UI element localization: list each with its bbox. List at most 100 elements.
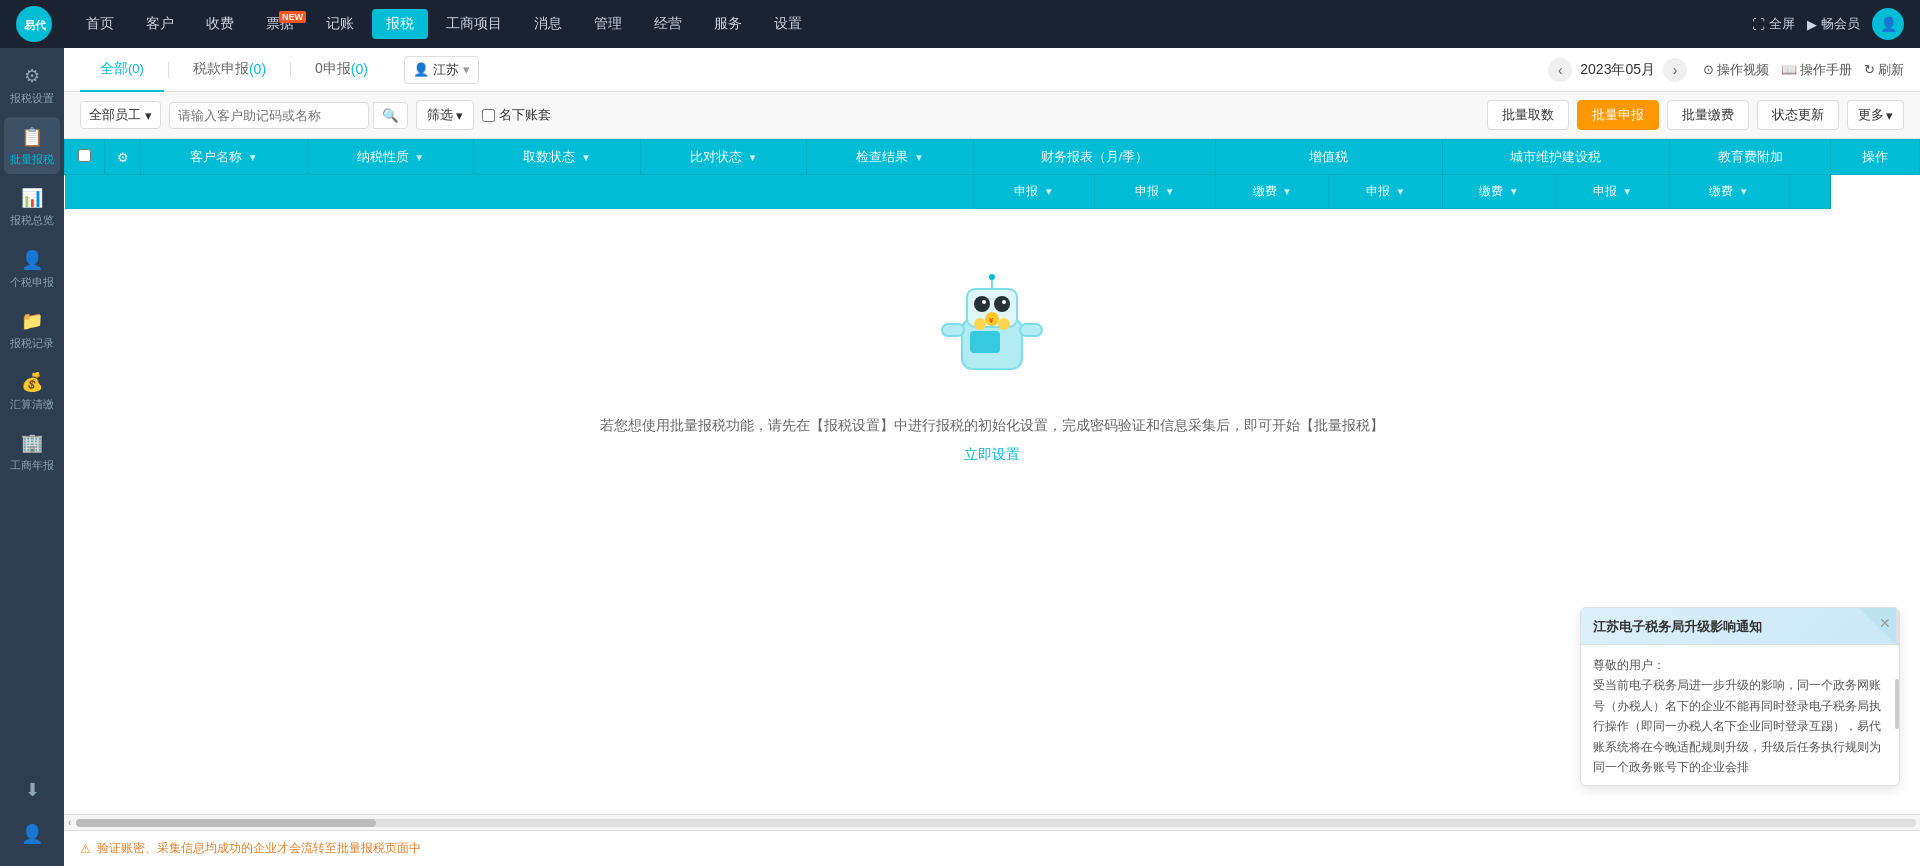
sidebar-user[interactable]: 👤 xyxy=(4,814,60,854)
nav-accounting[interactable]: 记账 xyxy=(312,9,368,39)
col-tax-nature: 纳税性质 ▼ xyxy=(307,140,474,175)
nav-fee[interactable]: 收费 xyxy=(192,9,248,39)
batch-tax-icon: 📋 xyxy=(20,125,44,149)
col-fetch-status: 取数状态 ▼ xyxy=(474,140,641,175)
sub-col-vat-pay: 缴费 ▼ xyxy=(1216,175,1329,209)
tab-zero-declare[interactable]: 0申报 ( 0 ) xyxy=(295,48,388,92)
sidebar-item-tax-record[interactable]: 📁 报税记录 xyxy=(4,301,60,358)
bottom-bar: ⚠ 验证账密、采集信息均成功的企业才会流转至批量报税页面中 xyxy=(64,830,1920,866)
sub-col-financial-declare: 申报 ▼ xyxy=(974,175,1095,209)
sidebar-item-personal-tax[interactable]: 👤 个税申报 xyxy=(4,240,60,297)
vip-button[interactable]: ▶ 畅会员 xyxy=(1807,15,1860,33)
region-label: 江苏 xyxy=(433,61,459,79)
more-button[interactable]: 更多 ▾ xyxy=(1847,100,1904,130)
batch-declare-button[interactable]: 批量申报 xyxy=(1577,100,1659,130)
fetch-status-filter-icon[interactable]: ▼ xyxy=(581,152,591,163)
nav-manage[interactable]: 管理 xyxy=(580,9,636,39)
operation-video-button[interactable]: ⊙ 操作视频 xyxy=(1703,61,1769,79)
tab-right-actions: ⊙ 操作视频 📖 操作手册 ↻ 刷新 xyxy=(1703,61,1904,79)
sidebar-item-annual-report[interactable]: 🏢 工商年报 xyxy=(4,423,60,480)
logo[interactable]: 易代 xyxy=(16,6,52,42)
vat-declare-filter-icon[interactable]: ▼ xyxy=(1165,186,1175,197)
sidebar-label-batch-tax: 批量报税 xyxy=(10,153,54,166)
nav-client[interactable]: 客户 xyxy=(132,9,188,39)
check-result-filter-icon[interactable]: ▼ xyxy=(914,152,924,163)
nav-service[interactable]: 服务 xyxy=(700,9,756,39)
nav-settings[interactable]: 设置 xyxy=(760,9,816,39)
sidebar-item-annual-settlement[interactable]: 💰 汇算清缴 xyxy=(4,362,60,419)
video-icon: ⊙ xyxy=(1703,62,1714,77)
svg-text:易代: 易代 xyxy=(24,19,47,31)
vat-pay-filter-icon[interactable]: ▼ xyxy=(1282,186,1292,197)
edu-declare-filter-icon[interactable]: ▼ xyxy=(1622,186,1632,197)
col-financial-report: 财务报表（月/季） xyxy=(974,140,1216,175)
employee-select[interactable]: 全部员工 ▾ xyxy=(80,101,161,129)
sub-col-edu-declare: 申报 ▼ xyxy=(1556,175,1669,209)
col-select-all[interactable] xyxy=(65,140,105,175)
client-filter-icon[interactable]: ▼ xyxy=(248,152,258,163)
col-client-name: 客户名称 ▼ xyxy=(141,140,308,175)
scrollbar-thumb[interactable] xyxy=(76,819,376,827)
edu-pay-filter-icon[interactable]: ▼ xyxy=(1739,186,1749,197)
top-navigation: 易代 首页 客户 收费 票据 NEW 记账 报税 工商项目 消息 管理 经营 服… xyxy=(0,0,1920,48)
setup-link[interactable]: 立即设置 xyxy=(964,446,1020,464)
horizontal-scrollbar[interactable]: ‹ xyxy=(64,814,1920,830)
batch-fetch-button[interactable]: 批量取数 xyxy=(1487,100,1569,130)
nav-tax[interactable]: 报税 xyxy=(372,9,428,39)
notification-popup: 江苏电子税务局升级影响通知 ✕ 尊敬的用户： 受当前电子税务局进一步升级的影响，… xyxy=(1580,607,1900,786)
tax-nature-filter-icon[interactable]: ▼ xyxy=(414,152,424,163)
sidebar-item-batch-tax[interactable]: 📋 批量报税 xyxy=(4,117,60,174)
fullscreen-icon: ⛶ xyxy=(1752,17,1765,32)
filter-label: 筛选 xyxy=(427,106,453,124)
nav-invoice[interactable]: 票据 NEW xyxy=(252,9,308,39)
col-operation: 操作 xyxy=(1831,140,1920,175)
tax-settings-icon: ⚙ xyxy=(20,64,44,88)
sidebar-label-tax-record: 报税记录 xyxy=(10,337,54,350)
city-pay-filter-icon[interactable]: ▼ xyxy=(1509,186,1519,197)
col-check-result: 检查结果 ▼ xyxy=(807,140,974,175)
compare-status-filter-icon[interactable]: ▼ xyxy=(747,152,757,163)
city-declare-filter-icon[interactable]: ▼ xyxy=(1395,186,1405,197)
sidebar-item-tax-overview[interactable]: 📊 报税总览 xyxy=(4,178,60,235)
col-gear[interactable]: ⚙ xyxy=(105,140,141,175)
select-all-checkbox[interactable] xyxy=(78,149,91,162)
nav-business[interactable]: 工商项目 xyxy=(432,9,516,39)
financial-declare-filter-icon[interactable]: ▼ xyxy=(1044,186,1054,197)
operation-manual-button[interactable]: 📖 操作手册 xyxy=(1781,61,1852,79)
sidebar-item-tax-settings[interactable]: ⚙ 报税设置 xyxy=(4,56,60,113)
filter-button[interactable]: 筛选 ▾ xyxy=(416,100,474,130)
tab-declare[interactable]: 税款申报 ( 0 ) xyxy=(173,48,286,92)
refresh-button[interactable]: ↻ 刷新 xyxy=(1864,61,1904,79)
batch-pay-button[interactable]: 批量缴费 xyxy=(1667,100,1749,130)
sidebar-label-tax-overview: 报税总览 xyxy=(10,214,54,227)
vip-icon: ▶ xyxy=(1807,17,1817,32)
download-icon: ⬇ xyxy=(20,778,44,802)
search-input[interactable] xyxy=(169,102,369,129)
employee-chevron-icon: ▾ xyxy=(145,108,152,123)
notification-close-button[interactable]: ✕ xyxy=(1879,616,1891,630)
nav-operation[interactable]: 经营 xyxy=(640,9,696,39)
tab-all[interactable]: 全部 ( 0 ) xyxy=(80,48,164,92)
tax-overview-icon: 📊 xyxy=(20,186,44,210)
fullscreen-button[interactable]: ⛶ 全屏 xyxy=(1752,15,1795,33)
date-next-button[interactable]: › xyxy=(1663,58,1687,82)
empty-state: ¥ 若您想使用批量报税功能，请先在【报税设置】中进行报税的初始化设置，完成密码验… xyxy=(65,209,1920,524)
tax-record-icon: 📁 xyxy=(20,309,44,333)
data-table: ⚙ 客户名称 ▼ 纳税性质 ▼ 取数状态 ▼ xyxy=(64,139,1920,524)
nav-home[interactable]: 首页 xyxy=(72,9,128,39)
date-prev-button[interactable]: ‹ xyxy=(1548,58,1572,82)
user-avatar[interactable]: 👤 xyxy=(1872,8,1904,40)
nav-message[interactable]: 消息 xyxy=(520,9,576,39)
annual-report-icon: 🏢 xyxy=(20,431,44,455)
status-update-button[interactable]: 状态更新 xyxy=(1757,100,1839,130)
search-button[interactable]: 🔍 xyxy=(373,102,408,129)
region-icon: 👤 xyxy=(413,62,429,77)
region-selector[interactable]: 👤 江苏 ▾ xyxy=(404,56,479,84)
col-education-surcharge: 教育费附加 xyxy=(1669,140,1831,175)
account-set-checkbox-label[interactable]: 名下账套 xyxy=(482,106,551,124)
date-navigation: ‹ 2023年05月 › xyxy=(1548,58,1687,82)
account-set-checkbox[interactable] xyxy=(482,109,495,122)
sidebar-label-annual-report: 工商年报 xyxy=(10,459,54,472)
scrollbar-track[interactable] xyxy=(76,819,1916,827)
sidebar-download[interactable]: ⬇ xyxy=(4,770,60,810)
